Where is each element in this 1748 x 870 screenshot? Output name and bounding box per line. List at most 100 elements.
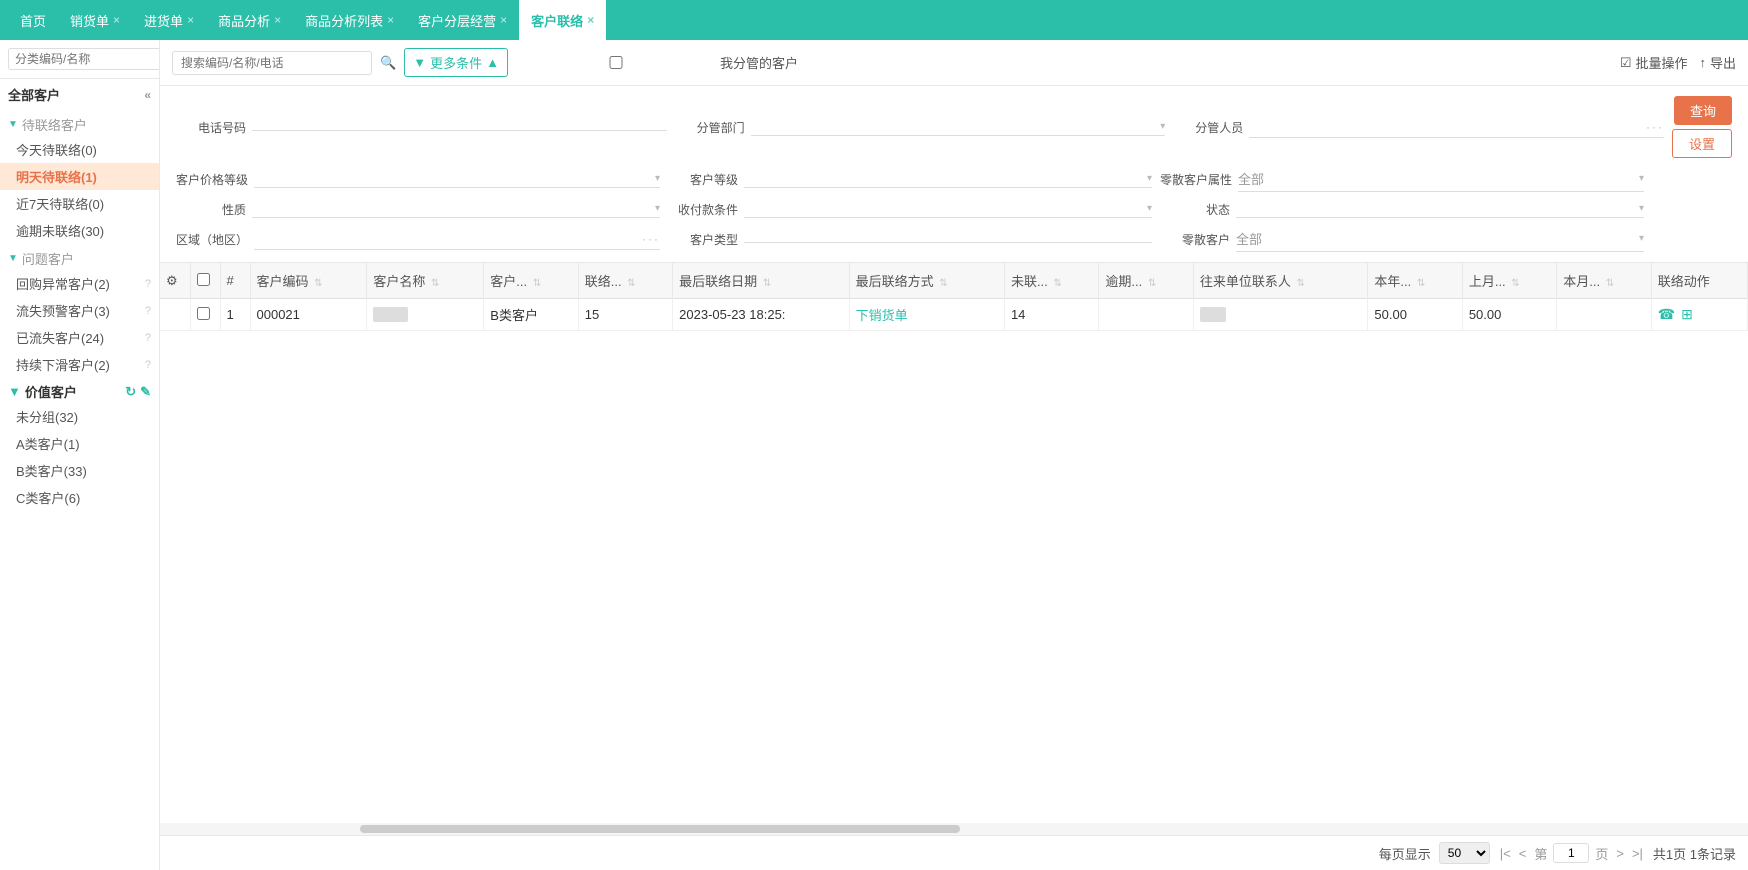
query-button[interactable]: 查询	[1674, 96, 1732, 125]
manager-dots-icon: ···	[1646, 120, 1664, 134]
sidebar-item-b-class[interactable]: B类客户(33)	[0, 457, 159, 484]
col-overdue[interactable]: 逾期... ⇅	[1099, 263, 1193, 299]
retail-customer-select[interactable]: 全部 ▾	[1236, 226, 1644, 252]
col-name[interactable]: 客户名称 ⇅	[367, 263, 484, 299]
refresh-icon[interactable]: ↻	[125, 384, 136, 400]
per-page-label: 每页显示	[1379, 844, 1431, 863]
phone-input[interactable]	[252, 124, 667, 131]
sort-this-year-icon: ⇅	[1417, 278, 1425, 289]
nav-customer-contact-close[interactable]: ×	[587, 13, 594, 27]
select-all-checkbox[interactable]	[197, 273, 210, 286]
per-page-select[interactable]: 50 100 200	[1439, 842, 1490, 864]
chevron-up-icon: ▲	[486, 55, 499, 70]
col-last-month[interactable]: 上月... ⇅	[1462, 263, 1556, 299]
col-last-method[interactable]: 最后联络方式 ⇅	[849, 263, 1004, 299]
batch-op-btn[interactable]: ☑ 批量操作	[1620, 53, 1688, 72]
more-action-icon[interactable]: ⊞	[1681, 306, 1693, 323]
my-customers-checkbox[interactable]: 我分管的客户	[516, 53, 798, 72]
sidebar-item-ungrouped[interactable]: 未分组(32)	[0, 403, 159, 430]
sidebar-item-repurchase-abnormal[interactable]: 回购异常客户(2) ?	[0, 270, 159, 297]
customer-type-input[interactable]	[744, 236, 1152, 243]
status-select[interactable]: ▾	[1236, 200, 1644, 218]
last-method-link[interactable]: 下销货单	[856, 308, 908, 323]
sidebar-item-today[interactable]: 今天待联络(0)	[0, 136, 159, 163]
sidebar-item-overdue[interactable]: 逾期未联络(30)	[0, 217, 159, 244]
row-check[interactable]	[197, 307, 210, 320]
more-conditions-btn[interactable]: ▼ 更多条件 ▲	[404, 48, 508, 77]
scrollbar-thumb[interactable]	[360, 825, 960, 833]
help-icon-churned: ?	[145, 332, 151, 344]
col-not-contact[interactable]: 未联... ⇅	[1004, 263, 1098, 299]
nav-customer-contact[interactable]: 客户联络 ×	[519, 0, 606, 40]
row-last-method[interactable]: 下销货单	[849, 299, 1004, 331]
nav-product-analysis-close[interactable]: ×	[274, 13, 281, 27]
col-this-year[interactable]: 本年... ⇅	[1368, 263, 1462, 299]
search-input[interactable]	[172, 51, 372, 75]
my-customers-check[interactable]	[516, 56, 716, 69]
manager-input[interactable]: ···	[1249, 117, 1664, 138]
first-page-btn[interactable]: |<	[1498, 846, 1513, 861]
sort-contact-count-icon: ⇅	[627, 278, 635, 289]
prev-page-btn[interactable]: <	[1517, 846, 1529, 861]
last-page-btn[interactable]: >|	[1630, 846, 1645, 861]
col-last-date[interactable]: 最后联络日期 ⇅	[673, 263, 849, 299]
col-code[interactable]: 客户编码 ⇅	[250, 263, 367, 299]
field-phone: 电话号码	[176, 119, 667, 136]
edit-icon[interactable]: ✎	[140, 384, 151, 400]
sidebar-item-churned[interactable]: 已流失客户(24) ?	[0, 324, 159, 351]
field-status: 状态 ▾	[1160, 200, 1644, 218]
nav-customer-segment[interactable]: 客户分层经营 ×	[406, 0, 519, 40]
contact-action-icon[interactable]: ☎	[1658, 306, 1675, 323]
gear-icon[interactable]: ⚙	[166, 273, 178, 288]
sidebar-item-churn-warning[interactable]: 流失预警客户(3) ?	[0, 297, 159, 324]
next-page-btn[interactable]: >	[1614, 846, 1626, 861]
col-type[interactable]: 客户... ⇅	[484, 263, 578, 299]
price-level-select[interactable]: ▾	[254, 170, 660, 188]
row-name[interactable]: XXXX	[367, 299, 484, 331]
sort-contact-person-icon: ⇅	[1296, 278, 1304, 289]
row-action: ☎ ⊞	[1651, 299, 1747, 331]
col-contact-count[interactable]: 联络... ⇅	[578, 263, 672, 299]
collapse-icon: «	[144, 88, 151, 102]
nav-home[interactable]: 首页	[8, 0, 58, 40]
right-actions: ☑ 批量操作 ↑ 导出	[1620, 53, 1736, 72]
page-nav: |< < 第 页 > >|	[1498, 843, 1645, 863]
page-input[interactable]	[1553, 843, 1589, 863]
sidebar-group-pending: ▼ 待联络客户	[0, 110, 159, 136]
sidebar-item-declining[interactable]: 持续下滑客户(2) ?	[0, 351, 159, 378]
customer-level-select[interactable]: ▾	[744, 170, 1152, 188]
sidebar-item-a-class[interactable]: A类客户(1)	[0, 430, 159, 457]
col-contact-person[interactable]: 往来单位联系人 ⇅	[1193, 263, 1368, 299]
advanced-filter: 电话号码 分管部门 ▾ 分管人员 ···	[160, 86, 1748, 263]
nature-select[interactable]: ▾	[252, 200, 660, 218]
sidebar-item-c-class[interactable]: C类客户(6)	[0, 484, 159, 511]
horizontal-scrollbar[interactable]	[160, 823, 1748, 835]
row-code[interactable]: 000021	[250, 299, 367, 331]
export-btn[interactable]: ↑ 导出	[1699, 53, 1736, 72]
search-btn[interactable]: 🔍	[380, 55, 396, 71]
col-checkbox[interactable]	[190, 263, 220, 299]
sidebar-item-week[interactable]: 近7天待联络(0)	[0, 190, 159, 217]
nav-product-analysis[interactable]: 商品分析 ×	[206, 0, 293, 40]
nav-product-analysis-list-close[interactable]: ×	[387, 13, 394, 27]
nav-purchase-close[interactable]: ×	[187, 13, 194, 27]
nav-customer-segment-close[interactable]: ×	[500, 13, 507, 27]
row-checkbox[interactable]	[190, 299, 220, 331]
field-customer-level: 客户等级 ▾	[668, 170, 1152, 188]
nav-purchase[interactable]: 进货单 ×	[132, 0, 206, 40]
col-gear[interactable]: ⚙	[160, 263, 190, 299]
sidebar-item-tomorrow[interactable]: 明天待联络(1)	[0, 163, 159, 190]
dept-select[interactable]: ▾	[751, 118, 1166, 136]
row-this-year: 50.00	[1368, 299, 1462, 331]
set-button[interactable]: 设置	[1672, 129, 1732, 158]
sidebar-search-input[interactable]	[8, 48, 160, 70]
region-input[interactable]: ···	[254, 229, 660, 250]
retail-attr-select[interactable]: 全部 ▾	[1238, 166, 1644, 192]
nav-product-analysis-list[interactable]: 商品分析列表 ×	[293, 0, 406, 40]
nav-sales-close[interactable]: ×	[113, 13, 120, 27]
sidebar-all-customers[interactable]: 全部客户 «	[0, 79, 159, 110]
col-this-month[interactable]: 本月... ⇅	[1557, 263, 1651, 299]
nav-sales[interactable]: 销货单 ×	[58, 0, 132, 40]
filter-row-2: 客户价格等级 ▾ 客户等级 ▾ 零散客户属性 全部	[176, 166, 1732, 192]
payment-select[interactable]: ▾	[744, 200, 1152, 218]
